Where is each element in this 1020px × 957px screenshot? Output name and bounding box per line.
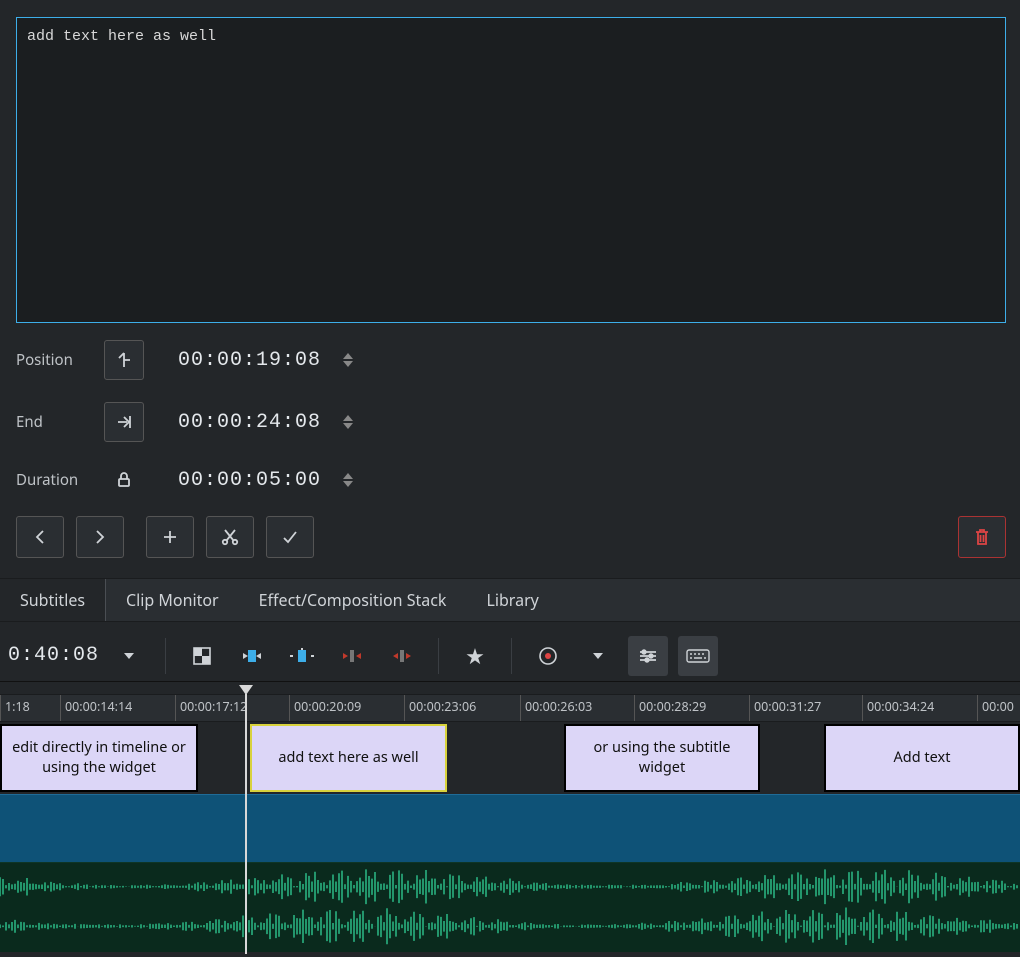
position-go-icon[interactable] (104, 340, 144, 380)
duration-label: Duration (16, 470, 88, 490)
timeline-cursor-timecode[interactable]: 0:40:08 (4, 644, 99, 667)
subtitle-clip[interactable]: add text here as well (250, 724, 447, 792)
ruler-tick: 00:00:28:29 (634, 695, 706, 721)
lock-icon[interactable] (104, 462, 144, 498)
tab-library[interactable]: Library (466, 579, 558, 621)
timeline-ruler[interactable]: 1:18 00:00:14:14 00:00:17:12 00:00:20:09 00:… (0, 694, 1020, 722)
zone-in-icon[interactable] (232, 636, 272, 676)
ripple-delete-icon[interactable] (332, 636, 372, 676)
end-spinner[interactable] (343, 415, 353, 429)
ruler-tick: 00:00 (977, 695, 1014, 721)
end-go-icon[interactable] (104, 402, 144, 442)
delete-subtitle-button[interactable] (958, 516, 1006, 558)
tab-clip-monitor[interactable]: Clip Monitor (106, 579, 239, 621)
ruler-tick: 00:00:20:09 (289, 695, 361, 721)
spinner-down-icon[interactable] (343, 481, 353, 487)
spinner-down-icon[interactable] (343, 361, 353, 367)
tab-subtitles[interactable]: Subtitles (0, 579, 106, 621)
apply-subtitle-button[interactable] (266, 516, 314, 558)
timecode-dropdown-icon[interactable] (109, 636, 149, 676)
subtitle-action-row (16, 516, 1006, 558)
next-subtitle-button[interactable] (76, 516, 124, 558)
ruler-tick: 1:18 (0, 695, 30, 721)
end-label: End (16, 412, 88, 432)
tab-effect-stack[interactable]: Effect/Composition Stack (239, 579, 467, 621)
record-audio-icon[interactable] (528, 636, 568, 676)
spinner-up-icon[interactable] (343, 415, 353, 421)
ruler-tick: 00:00:34:24 (862, 695, 934, 721)
playhead[interactable] (245, 694, 247, 954)
position-row: Position 00:00:19:08 (16, 338, 353, 382)
subtitle-clip[interactable]: or using the subtitle widget (564, 724, 760, 792)
position-timecode[interactable]: 00:00:19:08 (178, 349, 321, 372)
add-subtitle-button[interactable] (146, 516, 194, 558)
timeline-toolbar: 0:40:08 ★ (0, 630, 1020, 682)
spinner-up-icon[interactable] (343, 473, 353, 479)
subtitle-text-editor[interactable] (16, 17, 1006, 323)
duration-spinner[interactable] (343, 473, 353, 487)
panel-tab-bar: Subtitles Clip Monitor Effect/Compositio… (0, 578, 1020, 622)
subtitle-clip[interactable]: edit directly in timeline or using the w… (0, 724, 198, 792)
ruler-tick: 00:00:31:27 (749, 695, 821, 721)
position-label: Position (16, 350, 88, 370)
ruler-tick: 00:00:23:06 (404, 695, 476, 721)
lift-icon[interactable] (382, 636, 422, 676)
subtitle-track[interactable]: edit directly in timeline or using the w… (0, 722, 1020, 794)
ruler-tick: 00:00:17:12 (175, 695, 247, 721)
video-track[interactable] (0, 794, 1020, 862)
ruler-tick: 00:00:14:14 (60, 695, 132, 721)
audio-track[interactable] (0, 862, 1020, 952)
end-row: End 00:00:24:08 (16, 400, 353, 444)
zone-out-icon[interactable] (282, 636, 322, 676)
duration-timecode[interactable]: 00:00:05:00 (178, 469, 321, 492)
record-dropdown-icon[interactable] (578, 636, 618, 676)
end-timecode[interactable]: 00:00:24:08 (178, 411, 321, 434)
cut-subtitle-button[interactable] (206, 516, 254, 558)
timeline-options-icon[interactable] (628, 636, 668, 676)
spinner-up-icon[interactable] (343, 353, 353, 359)
position-spinner[interactable] (343, 353, 353, 367)
prev-subtitle-button[interactable] (16, 516, 64, 558)
favorite-effects-icon[interactable]: ★ (455, 636, 495, 676)
spinner-down-icon[interactable] (343, 423, 353, 429)
keyboard-shortcuts-icon[interactable] (678, 636, 718, 676)
duration-row: Duration 00:00:05:00 (16, 458, 353, 502)
ruler-tick: 00:00:26:03 (520, 695, 592, 721)
subtitle-clip[interactable]: Add text (824, 724, 1020, 792)
proxy-toggle-icon[interactable] (182, 636, 222, 676)
